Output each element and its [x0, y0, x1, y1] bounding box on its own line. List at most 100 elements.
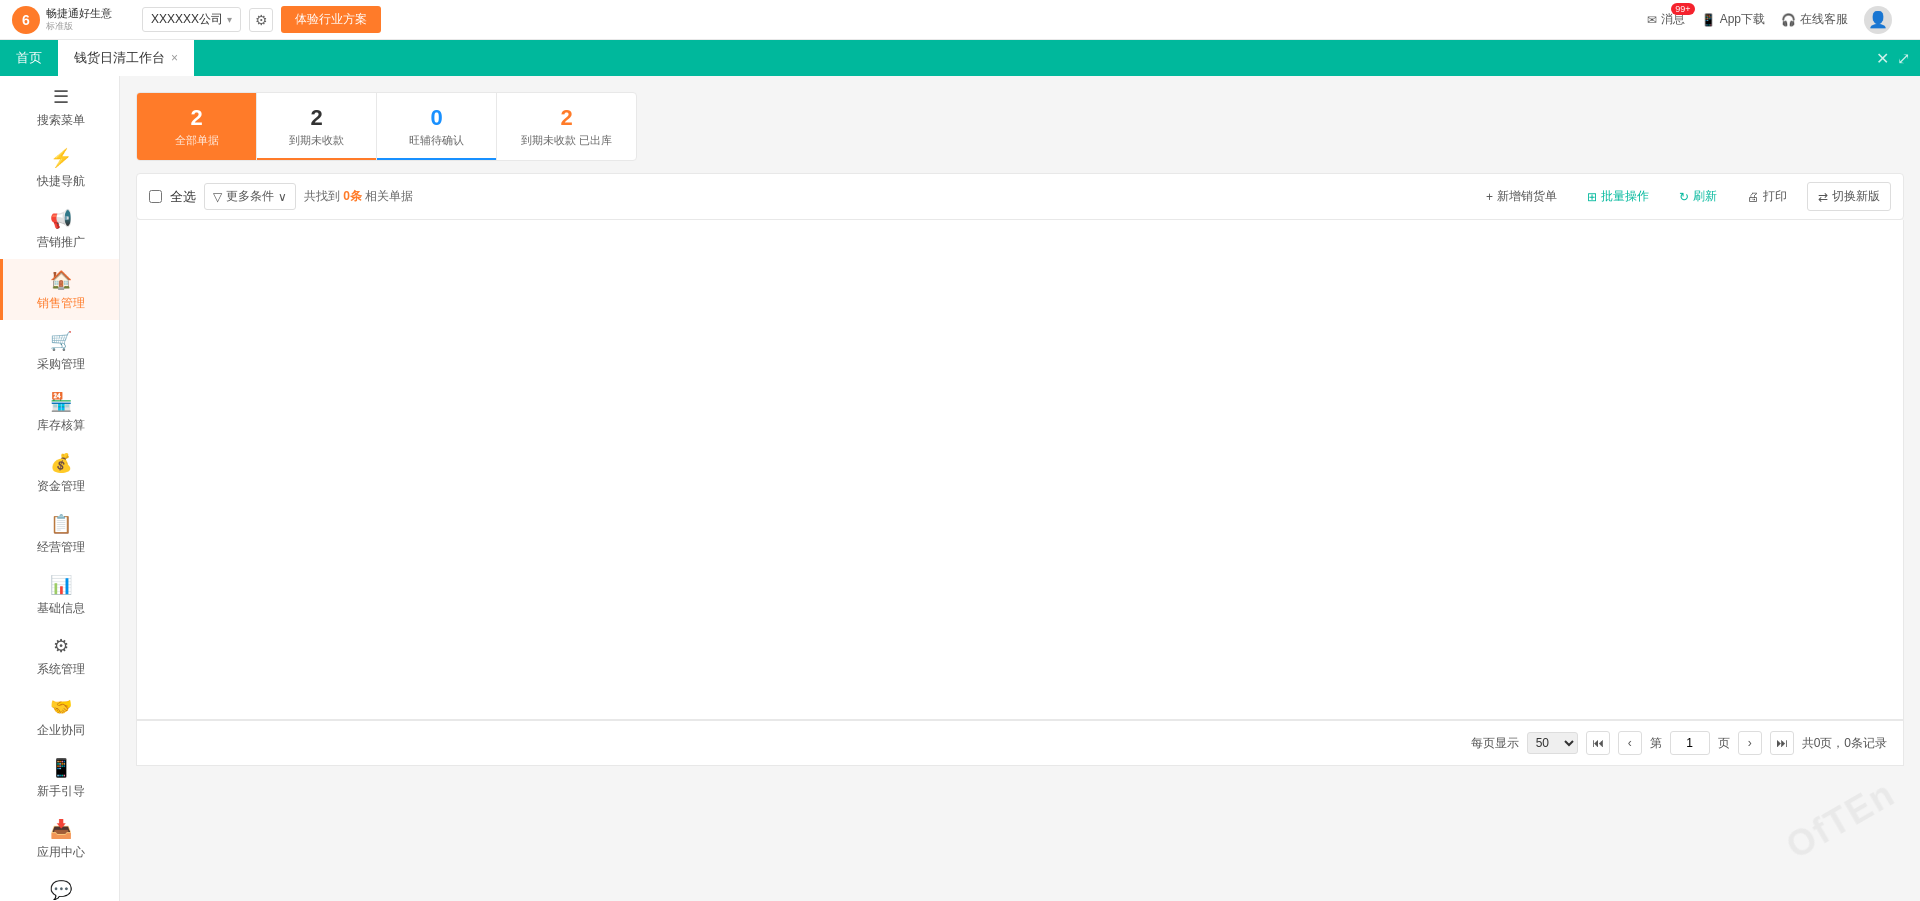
wechat-icon: 💬 [50, 879, 72, 901]
sidebar-item-label: 营销推广 [37, 234, 85, 251]
tab-active[interactable]: 钱货日清工作台 × [58, 40, 194, 76]
found-suffix: 相关单据 [365, 189, 413, 203]
sales-icon: 🏠 [50, 269, 72, 291]
sidebar-item-label: 资金管理 [37, 478, 85, 495]
page-label-2: 页 [1718, 735, 1730, 752]
company-selector[interactable]: XXXXXX公司 ▾ [142, 7, 241, 32]
sidebar-item-label: 快捷导航 [37, 173, 85, 190]
page-size-label: 每页显示 [1471, 735, 1519, 752]
experience-button[interactable]: 体验行业方案 [281, 6, 381, 33]
print-button[interactable]: 🖨 打印 [1737, 183, 1797, 210]
page-label: 第 [1650, 735, 1662, 752]
sidebar-item-guide[interactable]: 📱 新手引导 [0, 747, 119, 808]
operation-icon: 📋 [50, 513, 72, 535]
tab-active-label: 钱货日清工作台 [74, 49, 165, 67]
print-label: 打印 [1763, 188, 1787, 205]
tab-bar-right: ✕ ⤢ [1876, 49, 1920, 68]
app-download-button[interactable]: 📱 App下载 [1701, 11, 1765, 28]
select-all-label: 全选 [170, 188, 196, 206]
sidebar-item-system[interactable]: ⚙ 系统管理 [0, 625, 119, 686]
print-icon: 🖨 [1747, 190, 1759, 204]
pagination: 每页显示 50 20 100 ⏮ ‹ 第 页 › ⏭ 共0页，0条记录 [136, 720, 1904, 766]
sidebar-item-label: 新手引导 [37, 783, 85, 800]
page-last-button[interactable]: ⏭ [1770, 731, 1794, 755]
page-next-button[interactable]: › [1738, 731, 1762, 755]
tab-maximize-icon[interactable]: ⤢ [1897, 49, 1910, 68]
sidebar-item-wechat[interactable]: 💬 企业微信 [0, 869, 119, 901]
stat-underline-orange [257, 158, 376, 160]
sidebar-item-inventory[interactable]: 🏪 库存核算 [0, 381, 119, 442]
sidebar-item-corp[interactable]: 🤝 企业协同 [0, 686, 119, 747]
tab-minimize-icon[interactable]: ✕ [1876, 49, 1889, 68]
stat-label-pending-confirm: 旺辅待确认 [401, 133, 472, 148]
online-service-button[interactable]: 🎧 在线客服 [1781, 11, 1848, 28]
refresh-button[interactable]: ↻ 刷新 [1669, 183, 1727, 210]
basic-info-icon: 📊 [50, 574, 72, 596]
app-download-icon: 📱 [1701, 13, 1716, 27]
page-first-button[interactable]: ⏮ [1586, 731, 1610, 755]
stat-label-overdue-unpaid: 到期未收款 [281, 133, 352, 148]
user-avatar[interactable]: 👤 [1864, 6, 1892, 34]
switch-label: 切换新版 [1832, 188, 1880, 205]
sidebar-item-purchase[interactable]: 🛒 采购管理 [0, 320, 119, 381]
switch-icon: ⇄ [1818, 190, 1828, 204]
stat-num-overdue-unpaid: 2 [281, 105, 352, 131]
stat-num-all: 2 [161, 105, 232, 131]
filter-button[interactable]: ▽ 更多条件 ∨ [204, 183, 296, 210]
select-all-checkbox[interactable] [149, 190, 162, 203]
main-content: 2 全部单据 2 到期未收款 0 旺辅待确认 2 到期未收款 已出库 全选 ▽ … [120, 76, 1920, 901]
system-icon: ⚙ [53, 635, 69, 657]
add-order-label: 新增销货单 [1497, 188, 1557, 205]
filter-label: 更多条件 [226, 188, 274, 205]
app-center-icon: 📥 [50, 818, 72, 840]
stat-card-overdue-unpaid[interactable]: 2 到期未收款 [257, 93, 377, 160]
stat-card-pending-confirm[interactable]: 0 旺辅待确认 [377, 93, 497, 160]
batch-operation-button[interactable]: ⊞ 批量操作 [1577, 183, 1659, 210]
sidebar-item-label: 应用中心 [37, 844, 85, 861]
marketing-icon: 📢 [50, 208, 72, 230]
tab-home[interactable]: 首页 [0, 40, 58, 76]
page-size-select[interactable]: 50 20 100 [1527, 732, 1578, 754]
message-button[interactable]: ✉ 消息 99+ [1647, 11, 1685, 28]
page-number-input[interactable] [1670, 731, 1710, 755]
stat-card-all[interactable]: 2 全部单据 [137, 93, 257, 160]
sidebar-item-label: 采购管理 [37, 356, 85, 373]
sidebar-item-operation[interactable]: 📋 经营管理 [0, 503, 119, 564]
company-name: XXXXXX公司 [151, 11, 223, 28]
add-order-button[interactable]: + 新增销货单 [1476, 183, 1567, 210]
finance-icon: 💰 [50, 452, 72, 474]
total-info: 共0页，0条记录 [1802, 735, 1887, 752]
quick-nav-icon: ⚡ [50, 147, 72, 169]
batch-label: 批量操作 [1601, 188, 1649, 205]
online-service-label: 在线客服 [1800, 11, 1848, 28]
page-prev-button[interactable]: ‹ [1618, 731, 1642, 755]
tab-close-button[interactable]: × [171, 51, 178, 65]
top-right-area: ✉ 消息 99+ 📱 App下载 🎧 在线客服 👤 [1647, 6, 1908, 34]
refresh-label: 刷新 [1693, 188, 1717, 205]
toolbar: 全选 ▽ 更多条件 ∨ 共找到 0条 相关单据 + 新增销货单 ⊞ 批量操作 ↻… [136, 173, 1904, 220]
sidebar-item-app-center[interactable]: 📥 应用中心 [0, 808, 119, 869]
logo-line2: 标准版 [46, 20, 112, 33]
corp-icon: 🤝 [50, 696, 72, 718]
stat-card-overdue-not-shipped[interactable]: 2 到期未收款 已出库 [497, 93, 636, 160]
logo-icon: 6 [12, 6, 40, 34]
refresh-icon: ↻ [1679, 190, 1689, 204]
sidebar-item-finance[interactable]: 💰 资金管理 [0, 442, 119, 503]
filter-chevron-icon: ∨ [278, 190, 287, 204]
guide-icon: 📱 [50, 757, 72, 779]
plus-icon: + [1486, 190, 1493, 204]
sidebar-item-marketing[interactable]: 📢 营销推广 [0, 198, 119, 259]
found-prefix: 共找到 [304, 189, 340, 203]
switch-version-button[interactable]: ⇄ 切换新版 [1807, 182, 1891, 211]
tab-bar: 首页 钱货日清工作台 × ✕ ⤢ [0, 40, 1920, 76]
sidebar-item-search-menu[interactable]: ☰ 搜索菜单 [0, 76, 119, 137]
logo-text-area: 畅捷通好生意 标准版 [46, 6, 112, 33]
stat-label-all: 全部单据 [161, 133, 232, 148]
sidebar-item-basic-info[interactable]: 📊 基础信息 [0, 564, 119, 625]
sidebar-item-label: 库存核算 [37, 417, 85, 434]
settings-button[interactable]: ⚙ [249, 8, 273, 32]
message-badge: 99+ [1671, 3, 1694, 15]
sidebar-item-quick-nav[interactable]: ⚡ 快捷导航 [0, 137, 119, 198]
sidebar-item-label: 经营管理 [37, 539, 85, 556]
sidebar-item-sales[interactable]: 🏠 销售管理 [0, 259, 119, 320]
